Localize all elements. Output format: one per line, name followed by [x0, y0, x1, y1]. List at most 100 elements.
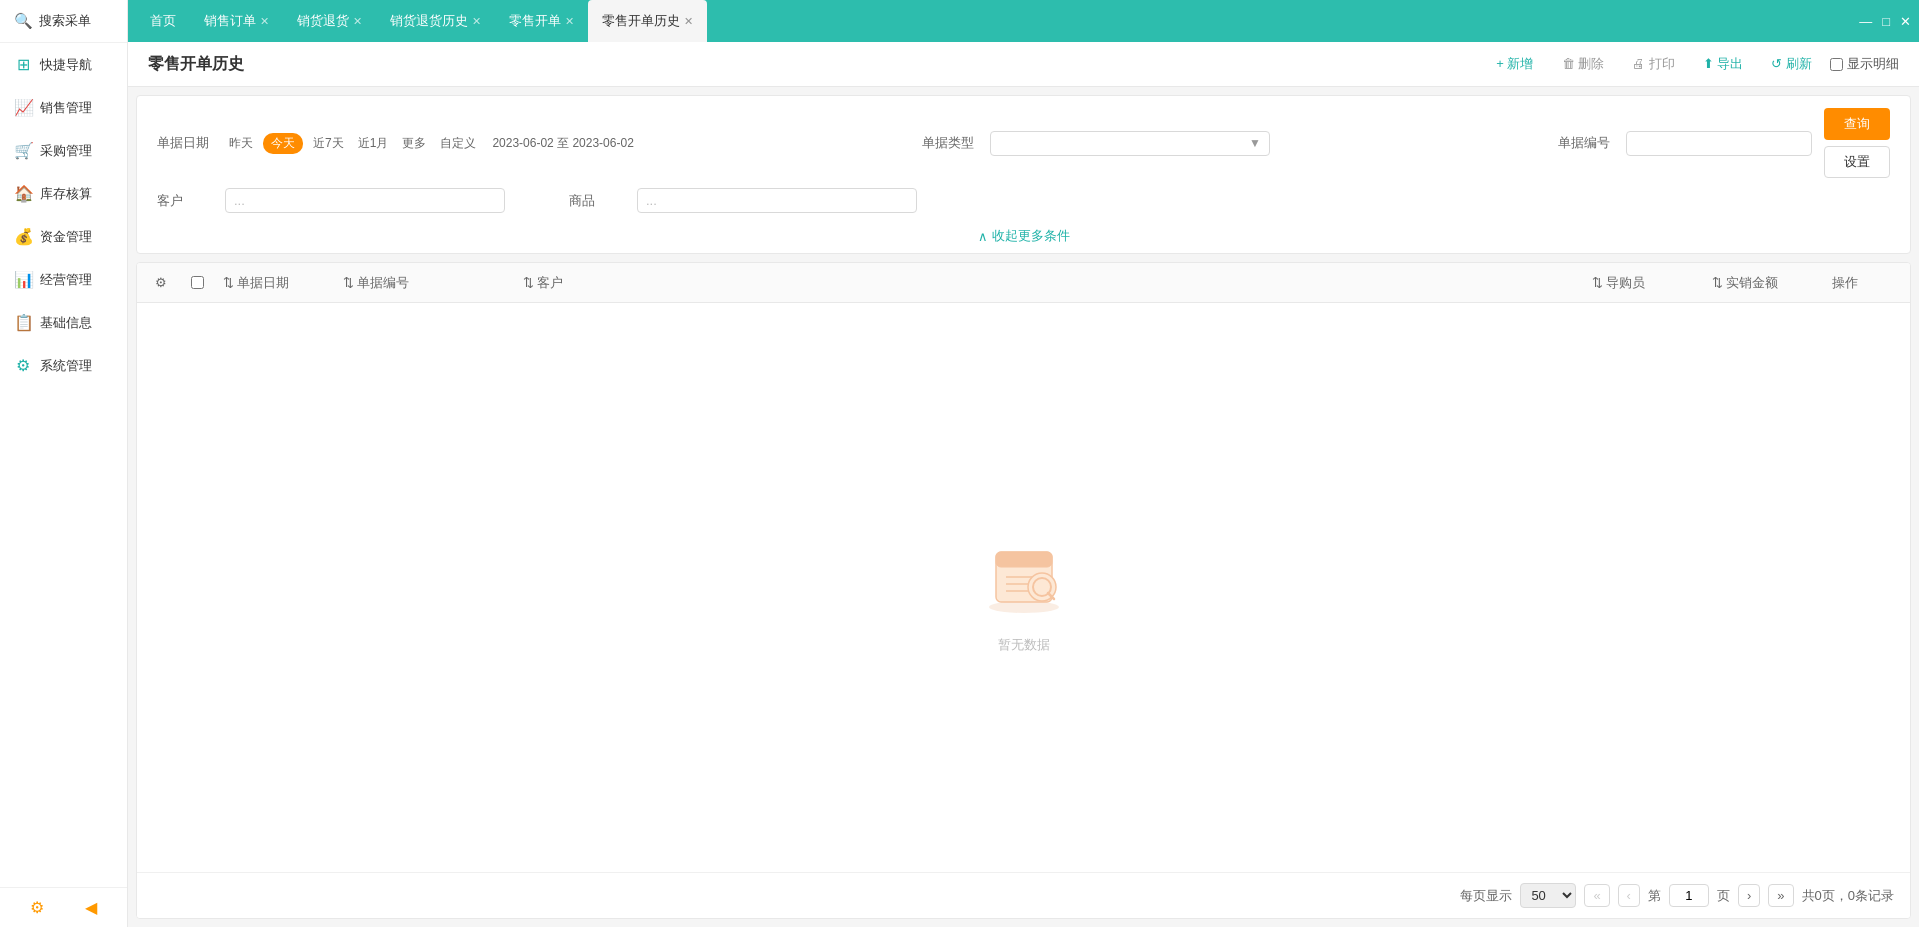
customer-placeholder: ... — [234, 193, 496, 208]
th-date[interactable]: ⇅ 单据日期 — [213, 266, 333, 300]
date-label: 单据日期 — [157, 134, 213, 152]
next-page-btn[interactable]: › — [1738, 884, 1760, 907]
goods-select[interactable]: ... — [637, 188, 917, 213]
first-page-btn[interactable]: « — [1584, 884, 1609, 907]
date-range-text: 2023-06-02 至 2023-06-02 — [492, 135, 633, 152]
export-button[interactable]: ⬆ 导出 — [1693, 50, 1754, 78]
close-btn[interactable]: ✕ — [1900, 14, 1911, 29]
per-page-select[interactable]: 102050100 — [1520, 883, 1576, 908]
th-customer-label: 客户 — [537, 274, 563, 292]
delete-button[interactable]: 🗑 删除 — [1552, 50, 1615, 78]
sidebar-settings-icon[interactable]: ⚙ — [30, 898, 44, 917]
tab-close-icon[interactable]: ✕ — [684, 15, 693, 28]
sidebar-item-label: 销售管理 — [40, 99, 92, 117]
date-shortcut-last1m[interactable]: 近1月 — [354, 133, 393, 154]
sidebar-item-sales-mgmt[interactable]: 📈 销售管理 — [0, 86, 127, 129]
customer-select[interactable]: ... — [225, 188, 505, 213]
toolbar-actions: + 新增 🗑 删除 🖨 打印 ⬆ 导出 ↺ 刷新 显示明细 — [1486, 50, 1899, 78]
query-setting-wrap: 查询 设置 — [1824, 108, 1890, 178]
operations-mgmt-icon: 📊 — [14, 270, 32, 289]
tab-sales-return[interactable]: 销货退货 ✕ — [283, 0, 376, 42]
main-area: 首页销售订单 ✕销货退货 ✕销货退货历史 ✕零售开单 ✕零售开单历史 ✕ — □… — [128, 0, 1919, 927]
sidebar-item-inventory-check[interactable]: 🏠 库存核算 — [0, 172, 127, 215]
quick-nav-icon: ⊞ — [14, 55, 32, 74]
inventory-check-icon: 🏠 — [14, 184, 32, 203]
bill-type-placeholder — [999, 136, 1249, 151]
add-button[interactable]: + 新增 — [1486, 50, 1543, 78]
customer-label: 客户 — [157, 192, 213, 210]
sidebar-item-label: 库存核算 — [40, 185, 92, 203]
tab-sales-order[interactable]: 销售订单 ✕ — [190, 0, 283, 42]
goods-placeholder: ... — [646, 193, 908, 208]
tab-close-icon[interactable]: ✕ — [260, 15, 269, 28]
table-header: ⚙ ⇅ 单据日期 ⇅ 单据编号 ⇅ 客户 ⇅ — [137, 263, 1910, 303]
date-shortcut-last7[interactable]: 近7天 — [309, 133, 348, 154]
empty-state: 暂无数据 — [137, 303, 1910, 872]
tab-label: 销售订单 — [204, 12, 256, 30]
date-shortcut-custom[interactable]: 自定义 — [436, 133, 480, 154]
th-guide-sort-icon: ⇅ — [1592, 275, 1603, 290]
setting-button[interactable]: 设置 — [1824, 146, 1890, 178]
sidebar-search[interactable]: 🔍 搜索采单 — [0, 0, 127, 43]
date-shortcut-more[interactable]: 更多 — [398, 133, 430, 154]
goods-label: 商品 — [569, 192, 625, 210]
print-button[interactable]: 🖨 打印 — [1622, 50, 1685, 78]
select-all-checkbox[interactable] — [191, 276, 204, 289]
empty-illustration — [974, 522, 1074, 622]
bill-type-label: 单据类型 — [922, 134, 978, 152]
tab-retail-open[interactable]: 零售开单 ✕ — [495, 0, 588, 42]
tab-label: 销货退货历史 — [390, 12, 468, 30]
sidebar-item-label: 资金管理 — [40, 228, 92, 246]
tab-close-icon[interactable]: ✕ — [565, 15, 574, 28]
sidebar-item-purchase-mgmt[interactable]: 🛒 采购管理 — [0, 129, 127, 172]
th-customer[interactable]: ⇅ 客户 — [513, 266, 1582, 300]
th-action: 操作 — [1822, 266, 1902, 300]
tab-label: 销货退货 — [297, 12, 349, 30]
tab-close-icon[interactable]: ✕ — [472, 15, 481, 28]
sidebar-bottom: ⚙ ◀ — [0, 887, 127, 927]
current-page-input[interactable] — [1669, 884, 1709, 907]
query-button[interactable]: 查询 — [1824, 108, 1890, 140]
bill-type-select[interactable]: ▼ — [990, 131, 1270, 156]
tab-close-icon[interactable]: ✕ — [353, 15, 362, 28]
th-billno[interactable]: ⇅ 单据编号 — [333, 266, 513, 300]
finance-mgmt-icon: 💰 — [14, 227, 32, 246]
sidebar-item-label: 系统管理 — [40, 357, 92, 375]
last-page-btn[interactable]: » — [1768, 884, 1793, 907]
filter-row-date: 单据日期 昨天今天近7天近1月更多自定义 2023-06-02 至 2023-0… — [157, 108, 1890, 178]
collapse-bar[interactable]: ∧ 收起更多条件 — [157, 223, 1890, 245]
sidebar-item-finance-mgmt[interactable]: 💰 资金管理 — [0, 215, 127, 258]
sidebar-item-basic-info[interactable]: 📋 基础信息 — [0, 301, 127, 344]
sidebar-collapse-icon[interactable]: ◀ — [85, 898, 97, 917]
bill-no-input[interactable] — [1626, 131, 1812, 156]
th-amount[interactable]: ⇅ 实销金额 — [1702, 266, 1822, 300]
th-date-label: 单据日期 — [237, 274, 289, 292]
page-title: 零售开单历史 — [148, 54, 1478, 75]
show-detail-checkbox-wrap: 显示明细 — [1830, 55, 1899, 73]
sidebar-item-operations-mgmt[interactable]: 📊 经营管理 — [0, 258, 127, 301]
th-billno-sort-icon: ⇅ — [343, 275, 354, 290]
minimize-btn[interactable]: — — [1859, 14, 1872, 29]
date-shortcut-yesterday[interactable]: 昨天 — [225, 133, 257, 154]
prev-page-btn[interactable]: ‹ — [1618, 884, 1640, 907]
th-checkbox[interactable] — [181, 268, 213, 297]
th-guide[interactable]: ⇅ 导购员 — [1582, 266, 1702, 300]
th-guide-label: 导购员 — [1606, 274, 1645, 292]
date-shortcut-today[interactable]: 今天 — [263, 133, 303, 154]
sidebar-item-label: 经营管理 — [40, 271, 92, 289]
refresh-button[interactable]: ↺ 刷新 — [1761, 50, 1822, 78]
system-mgmt-icon: ⚙ — [14, 356, 32, 375]
maximize-btn[interactable]: □ — [1882, 14, 1890, 29]
tab-retail-history[interactable]: 零售开单历史 ✕ — [588, 0, 707, 42]
filter-row-customer: 客户 ... 商品 ... — [157, 188, 1890, 213]
tab-home[interactable]: 首页 — [136, 0, 190, 42]
show-detail-checkbox[interactable] — [1830, 58, 1843, 71]
per-page-label: 每页显示 — [1460, 887, 1512, 905]
sidebar-item-system-mgmt[interactable]: ⚙ 系统管理 — [0, 344, 127, 387]
th-settings[interactable]: ⚙ — [145, 267, 181, 298]
purchase-mgmt-icon: 🛒 — [14, 141, 32, 160]
sales-mgmt-icon: 📈 — [14, 98, 32, 117]
tab-sales-return-history[interactable]: 销货退货历史 ✕ — [376, 0, 495, 42]
table-settings-icon: ⚙ — [155, 275, 167, 290]
sidebar-item-quick-nav[interactable]: ⊞ 快捷导航 — [0, 43, 127, 86]
